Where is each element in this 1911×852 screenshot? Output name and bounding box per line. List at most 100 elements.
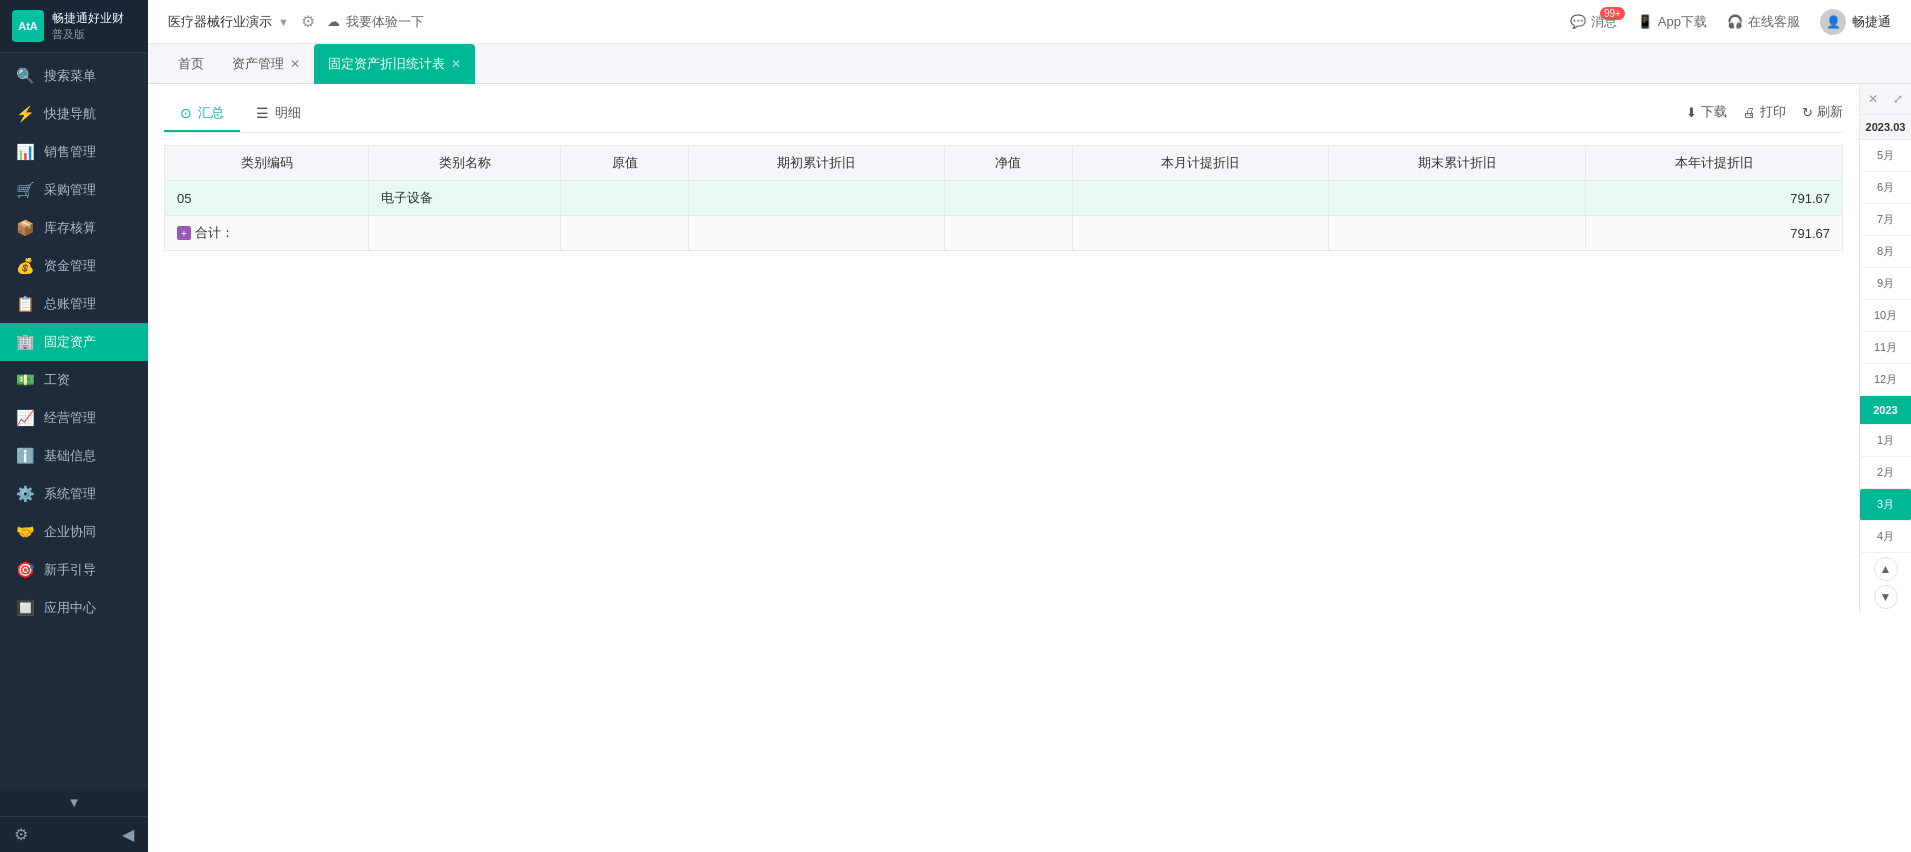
date-panel-close-button[interactable]: ✕	[1864, 88, 1882, 110]
date-panel-expand-button[interactable]: ⤢	[1889, 88, 1907, 110]
print-icon: 🖨	[1743, 105, 1756, 120]
logo-icon: AtA	[12, 10, 44, 42]
month-2023-4[interactable]: 4月	[1860, 521, 1911, 553]
finance-icon: 💰	[16, 257, 34, 275]
sales-icon: 📊	[16, 143, 34, 161]
user-info[interactable]: 👤 畅捷通	[1820, 9, 1891, 35]
date-prev-button[interactable]: ▲	[1874, 557, 1898, 581]
col-yearly-depreciation: 本年计提折旧	[1586, 146, 1843, 181]
tab-depreciation-report-close[interactable]: ✕	[451, 57, 461, 71]
sub-tab-detail[interactable]: ☰ 明细	[240, 96, 317, 132]
date-panel-actions: ▲ ▼	[1860, 553, 1911, 613]
year-2023[interactable]: 2023	[1860, 396, 1911, 425]
row-net-value	[945, 181, 1072, 216]
month-earlier-8[interactable]: 8月	[1860, 236, 1911, 268]
month-earlier-5[interactable]: 5月	[1860, 140, 1911, 172]
total-yearly-depreciation: 791.67	[1586, 216, 1843, 251]
sidebar-item-purchase[interactable]: 🛒 采购管理	[0, 171, 148, 209]
main-area: 医疗器械行业演示 ▼ ⚙ ☁ 我要体验一下 💬 消息 99+ 📱 App下载 🎧…	[148, 0, 1911, 852]
sidebar-item-system[interactable]: ⚙️ 系统管理	[0, 475, 148, 513]
col-original-value: 原值	[561, 146, 688, 181]
total-row: + 合计： 791.67	[165, 216, 1843, 251]
sidebar-settings-button[interactable]: ⚙	[14, 825, 28, 844]
table-row: 05 电子设备 791.67	[165, 181, 1843, 216]
sidebar-item-operations[interactable]: 📈 经营管理	[0, 399, 148, 437]
sidebar-item-basic-info[interactable]: ℹ️ 基础信息	[0, 437, 148, 475]
experience-icon: ☁	[327, 14, 340, 29]
print-button[interactable]: 🖨 打印	[1743, 103, 1786, 121]
logo-text: 畅捷通好业财 普及版	[52, 10, 124, 42]
sidebar-item-search[interactable]: 🔍 搜索菜单	[0, 57, 148, 95]
app-download-button[interactable]: 📱 App下载	[1637, 13, 1707, 31]
col-opening-accumulated: 期初累计折旧	[688, 146, 945, 181]
main-panel: ⊙ 汇总 ☰ 明细 ⬇ 下载 🖨 打印	[148, 84, 1859, 852]
detail-tab-icon: ☰	[256, 105, 269, 121]
toolbar-actions: ⬇ 下载 🖨 打印 ↻ 刷新	[1686, 103, 1843, 125]
col-name: 类别名称	[369, 146, 561, 181]
topbar-settings-icon[interactable]: ⚙	[301, 12, 315, 31]
company-dropdown-arrow: ▼	[278, 16, 289, 28]
col-closing-accumulated: 期末累计折旧	[1329, 146, 1586, 181]
sidebar-nav: 🔍 搜索菜单 ⚡ 快捷导航 📊 销售管理 🛒 采购管理 📦 库存核算 💰 资金管…	[0, 53, 148, 789]
experience-button[interactable]: ☁ 我要体验一下	[327, 13, 424, 31]
date-next-button[interactable]: ▼	[1874, 585, 1898, 609]
sidebar-item-inventory[interactable]: 📦 库存核算	[0, 209, 148, 247]
col-monthly-depreciation: 本月计提折旧	[1072, 146, 1329, 181]
date-panel: ✕ ⤢ 2023.03 5月 6月 7月 8月 9月 10月 11月 12月 2…	[1859, 84, 1911, 613]
inventory-icon: 📦	[16, 219, 34, 237]
content-area: ⊙ 汇总 ☰ 明细 ⬇ 下载 🖨 打印	[148, 84, 1911, 852]
month-2023-3[interactable]: 3月	[1860, 489, 1911, 521]
ledger-icon: 📋	[16, 295, 34, 313]
month-2023-1[interactable]: 1月	[1860, 425, 1911, 457]
company-name: 医疗器械行业演示	[168, 13, 272, 31]
payroll-icon: 💵	[16, 371, 34, 389]
total-label-cell: + 合计：	[165, 216, 369, 251]
sub-tabs-left: ⊙ 汇总 ☰ 明细	[164, 96, 317, 132]
sidebar-item-collab[interactable]: 🤝 企业协同	[0, 513, 148, 551]
sidebar-collapse-button[interactable]: ◀	[122, 825, 134, 844]
row-original-value	[561, 181, 688, 216]
col-code: 类别编码	[165, 146, 369, 181]
table-container: 类别编码 类别名称 原值 期初累计折旧 净值 本月计提折旧 期末累计折旧 本年计…	[164, 145, 1843, 251]
notifications-button[interactable]: 💬 消息 99+	[1570, 13, 1617, 31]
sidebar-item-ledger[interactable]: 📋 总账管理	[0, 285, 148, 323]
tab-bar: 首页 资产管理 ✕ 固定资产折旧统计表 ✕	[148, 44, 1911, 84]
sidebar-item-fixed-assets[interactable]: 🏢 固定资产	[0, 323, 148, 361]
refresh-button[interactable]: ↻ 刷新	[1802, 103, 1843, 121]
month-earlier-9[interactable]: 9月	[1860, 268, 1911, 300]
company-selector[interactable]: 医疗器械行业演示 ▼	[168, 13, 289, 31]
total-original-value	[561, 216, 688, 251]
row-monthly-depreciation	[1072, 181, 1329, 216]
month-earlier-11[interactable]: 11月	[1860, 332, 1911, 364]
col-net-value: 净值	[945, 146, 1072, 181]
month-earlier-6[interactable]: 6月	[1860, 172, 1911, 204]
sidebar-item-payroll[interactable]: 💵 工资	[0, 361, 148, 399]
depreciation-table: 类别编码 类别名称 原值 期初累计折旧 净值 本月计提折旧 期末累计折旧 本年计…	[164, 145, 1843, 251]
fixed-assets-icon: 🏢	[16, 333, 34, 351]
tab-asset-management[interactable]: 资产管理 ✕	[218, 44, 314, 84]
sidebar-item-sales[interactable]: 📊 销售管理	[0, 133, 148, 171]
support-icon: 🎧	[1727, 14, 1743, 29]
expand-icon[interactable]: +	[177, 226, 191, 240]
download-button[interactable]: ⬇ 下载	[1686, 103, 1727, 121]
month-earlier-10[interactable]: 10月	[1860, 300, 1911, 332]
month-earlier-12[interactable]: 12月	[1860, 364, 1911, 396]
sidebar-item-app-center[interactable]: 🔲 应用中心	[0, 589, 148, 627]
online-support-button[interactable]: 🎧 在线客服	[1727, 13, 1800, 31]
date-panel-wrapper: ✕ ⤢ 2023.03 5月 6月 7月 8月 9月 10月 11月 12月 2…	[1859, 84, 1911, 852]
month-earlier-7[interactable]: 7月	[1860, 204, 1911, 236]
sidebar-logo: AtA 畅捷通好业财 普及版	[0, 0, 148, 53]
sidebar-item-guide[interactable]: 🎯 新手引导	[0, 551, 148, 589]
month-2023-2[interactable]: 2月	[1860, 457, 1911, 489]
system-icon: ⚙️	[16, 485, 34, 503]
sidebar-scroll-down[interactable]: ▼	[0, 789, 148, 816]
row-name: 电子设备	[369, 181, 561, 216]
sidebar-item-quicknav[interactable]: ⚡ 快捷导航	[0, 95, 148, 133]
tab-home[interactable]: 首页	[164, 44, 218, 84]
quicknav-icon: ⚡	[16, 105, 34, 123]
row-closing-accumulated	[1329, 181, 1586, 216]
sub-tab-summary[interactable]: ⊙ 汇总	[164, 96, 240, 132]
tab-asset-management-close[interactable]: ✕	[290, 57, 300, 71]
sidebar-item-finance[interactable]: 💰 资金管理	[0, 247, 148, 285]
tab-depreciation-report[interactable]: 固定资产折旧统计表 ✕	[314, 44, 475, 84]
